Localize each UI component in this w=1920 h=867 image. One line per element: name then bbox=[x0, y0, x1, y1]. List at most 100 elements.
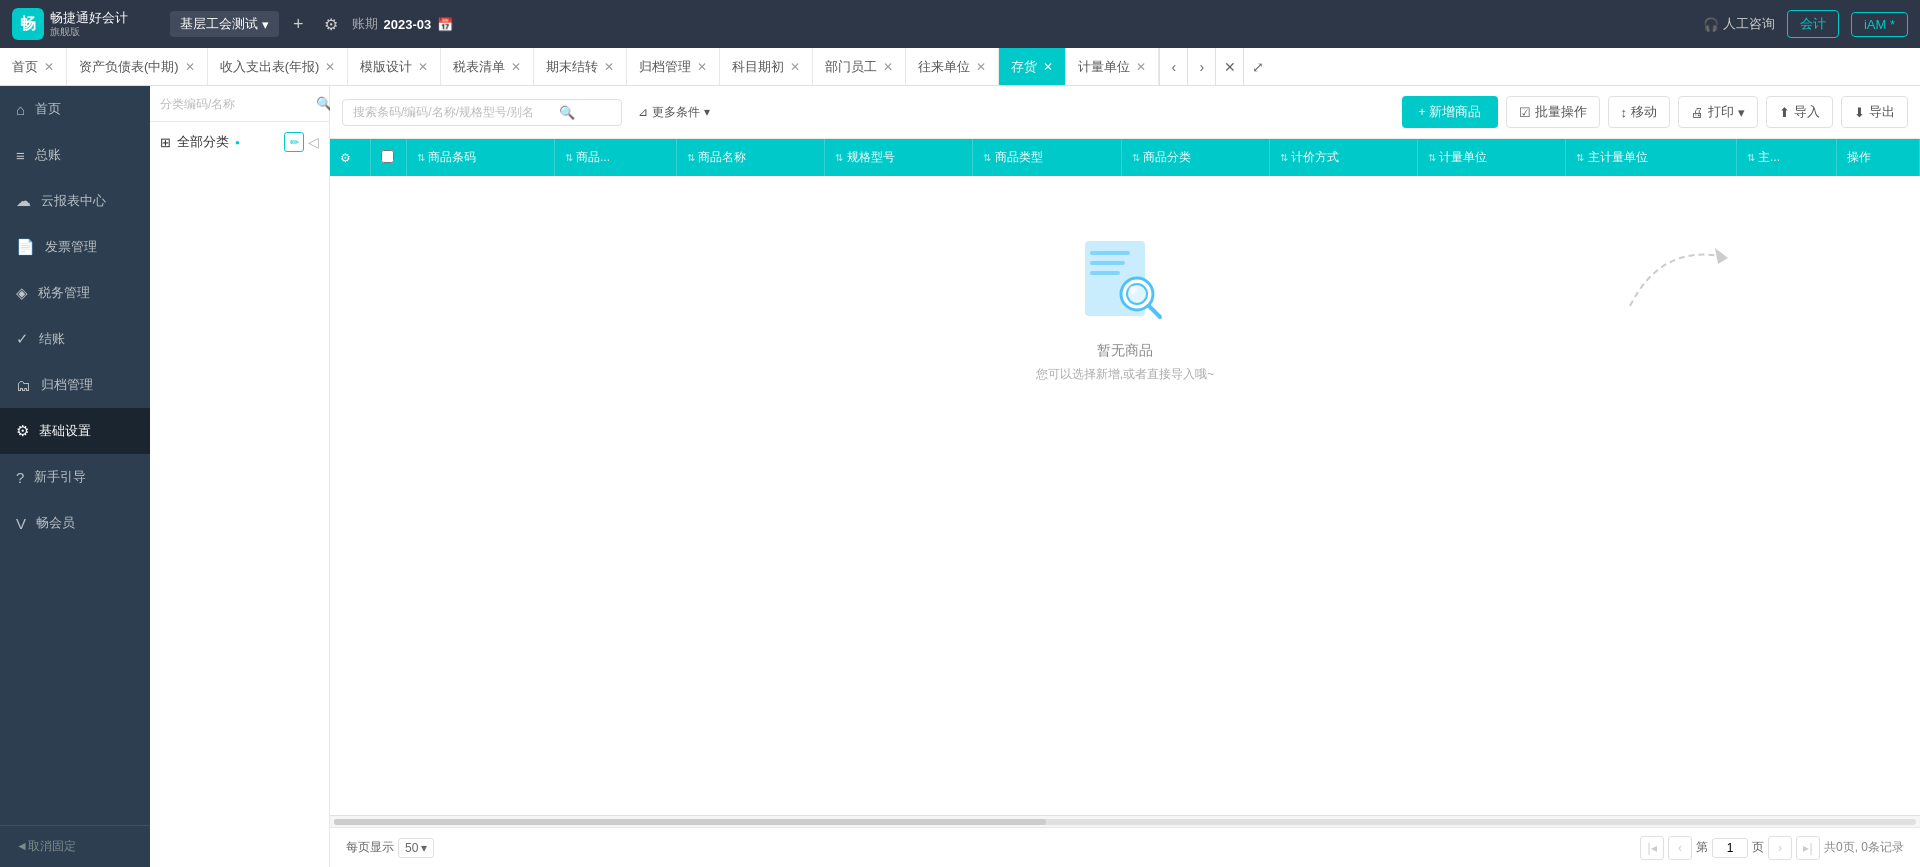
col-code[interactable]: ⇅ 商品... bbox=[554, 139, 676, 176]
horizontal-scrollbar[interactable] bbox=[330, 815, 1920, 827]
tab-template[interactable]: 模版设计 ✕ bbox=[348, 48, 441, 85]
tab-template-close[interactable]: ✕ bbox=[418, 60, 428, 74]
sidebar-item-ledger[interactable]: ≡ 总账 bbox=[0, 132, 150, 178]
tab-unit-close[interactable]: ✕ bbox=[1136, 60, 1146, 74]
move-button[interactable]: ↕ 移动 bbox=[1608, 96, 1671, 128]
home-icon: ⌂ bbox=[16, 101, 25, 118]
page-label: 第 bbox=[1696, 839, 1708, 856]
tab-tax[interactable]: 税表清单 ✕ bbox=[441, 48, 534, 85]
sidebar-reports-label: 云报表中心 bbox=[41, 192, 106, 210]
sidebar-archive-label: 归档管理 bbox=[41, 376, 93, 394]
col-price-mode[interactable]: ⇅ 计价方式 bbox=[1269, 139, 1417, 176]
tax-icon: ◈ bbox=[16, 284, 28, 302]
tab-contacts-close[interactable]: ✕ bbox=[976, 60, 986, 74]
tab-archive-label: 归档管理 bbox=[639, 58, 691, 76]
first-page-button[interactable]: |◂ bbox=[1640, 836, 1664, 860]
left-panel: 🔍 ⊞ 全部分类 ● ✏ ◁ bbox=[150, 86, 330, 867]
table-container: ⚙ ⇅ 商品条码 ⇅ 商品... ⇅ 商品名称 ⇅ 规格型号 ⇅ 商品类型 ⇅ … bbox=[330, 139, 1920, 815]
tab-dept-close[interactable]: ✕ bbox=[883, 60, 893, 74]
collapse-panel-button[interactable]: ◁ bbox=[308, 134, 319, 150]
tab-period-close[interactable]: 期末结转 ✕ bbox=[534, 48, 627, 85]
scrollbar-thumb[interactable] bbox=[334, 819, 1046, 825]
tab-expand-button[interactable]: ⤢ bbox=[1243, 48, 1271, 85]
select-all-checkbox[interactable] bbox=[381, 150, 394, 163]
col-name[interactable]: ⇅ 商品名称 bbox=[677, 139, 825, 176]
col-main-unit[interactable]: ⇅ 主计量单位 bbox=[1566, 139, 1736, 176]
cancel-pin-button[interactable]: ◄取消固定 bbox=[0, 825, 150, 867]
edit-category-button[interactable]: ✏ bbox=[284, 132, 304, 152]
print-button[interactable]: 🖨 打印 ▾ bbox=[1678, 96, 1758, 128]
sidebar-item-reports[interactable]: ☁ 云报表中心 bbox=[0, 178, 150, 224]
col-spec[interactable]: ⇅ 规格型号 bbox=[825, 139, 973, 176]
filter-icon: ⊿ bbox=[638, 105, 648, 119]
tab-next-button[interactable]: › bbox=[1187, 48, 1215, 85]
calendar-icon[interactable]: 📅 bbox=[437, 17, 453, 32]
tab-bar: 首页 ✕ 资产负债表(中期) ✕ 收入支出表(年报) ✕ 模版设计 ✕ 税表清单… bbox=[0, 48, 1920, 86]
header-settings-button[interactable]: ⚙ bbox=[318, 15, 344, 34]
category-header[interactable]: ⊞ 全部分类 ● ✏ ◁ bbox=[150, 122, 329, 162]
sidebar-item-archive[interactable]: 🗂 归档管理 bbox=[0, 362, 150, 408]
tab-balance-sheet[interactable]: 资产负债表(中期) ✕ bbox=[67, 48, 208, 85]
add-tab-button[interactable]: + bbox=[287, 14, 310, 35]
next-page-button[interactable]: › bbox=[1768, 836, 1792, 860]
toolbar-right: + 新增商品 ☑ 批量操作 ↕ 移动 🖨 打印 ▾ bbox=[1402, 96, 1908, 128]
page-size-value[interactable]: 50 ▾ bbox=[398, 838, 434, 858]
tab-income-close[interactable]: ✕ bbox=[325, 60, 335, 74]
import-button[interactable]: ⬆ 导入 bbox=[1766, 96, 1833, 128]
tab-unit[interactable]: 计量单位 ✕ bbox=[1066, 48, 1159, 85]
scrollbar-track bbox=[334, 819, 1916, 825]
export-button[interactable]: ⬇ 导出 bbox=[1841, 96, 1908, 128]
tab-inventory-close[interactable]: ✕ bbox=[1043, 60, 1053, 74]
col-type[interactable]: ⇅ 商品类型 bbox=[973, 139, 1121, 176]
headset-icon: 🎧 bbox=[1703, 17, 1719, 32]
product-search-icon[interactable]: 🔍 bbox=[559, 105, 575, 120]
category-search-input[interactable] bbox=[160, 97, 310, 111]
col-action: 操作 bbox=[1836, 139, 1919, 176]
tab-archive[interactable]: 归档管理 ✕ bbox=[627, 48, 720, 85]
tab-tax-close[interactable]: ✕ bbox=[511, 60, 521, 74]
empty-state-icon bbox=[1075, 236, 1175, 326]
batch-operation-button[interactable]: ☑ 批量操作 bbox=[1506, 96, 1600, 128]
tab-period-label: 期末结转 bbox=[546, 58, 598, 76]
tab-archive-close[interactable]: ✕ bbox=[697, 60, 707, 74]
col-main3[interactable]: ⇅ 主... bbox=[1736, 139, 1836, 176]
sidebar-item-home[interactable]: ⌂ 首页 bbox=[0, 86, 150, 132]
page-number-input[interactable] bbox=[1712, 838, 1748, 858]
sidebar-item-tax[interactable]: ◈ 税务管理 bbox=[0, 270, 150, 316]
tab-subject-close[interactable]: ✕ bbox=[790, 60, 800, 74]
company-selector[interactable]: 基层工会测试 ▾ bbox=[170, 11, 279, 37]
consult-button[interactable]: 🎧 人工咨询 bbox=[1703, 15, 1775, 33]
tab-dept[interactable]: 部门员工 ✕ bbox=[813, 48, 906, 85]
tab-period-close-btn[interactable]: ✕ bbox=[604, 60, 614, 74]
col-category[interactable]: ⇅ 商品分类 bbox=[1121, 139, 1269, 176]
sidebar-settings-label: 基础设置 bbox=[39, 422, 91, 440]
filter-button[interactable]: ⊿ 更多条件 ▾ bbox=[630, 100, 718, 125]
tab-subject[interactable]: 科目期初 ✕ bbox=[720, 48, 813, 85]
tab-home-close[interactable]: ✕ bbox=[44, 60, 54, 74]
tab-balance-close[interactable]: ✕ bbox=[185, 60, 195, 74]
col-barcode[interactable]: ⇅ 商品条码 bbox=[406, 139, 554, 176]
sidebar-item-invoice[interactable]: 📄 发票管理 bbox=[0, 224, 150, 270]
svg-point-6 bbox=[1127, 284, 1147, 304]
tab-home[interactable]: 首页 ✕ bbox=[0, 48, 67, 85]
sidebar-item-member[interactable]: V 畅会员 bbox=[0, 500, 150, 546]
tab-inventory[interactable]: 存货 ✕ bbox=[999, 48, 1066, 85]
sidebar-item-settle[interactable]: ✓ 结账 bbox=[0, 316, 150, 362]
invoice-icon: 📄 bbox=[16, 238, 35, 256]
add-product-button[interactable]: + 新增商品 bbox=[1402, 96, 1497, 128]
col-settings[interactable]: ⚙ bbox=[330, 139, 370, 176]
iam-button[interactable]: iAM * bbox=[1851, 12, 1908, 37]
tab-contacts[interactable]: 往来单位 ✕ bbox=[906, 48, 999, 85]
last-page-button[interactable]: ▸| bbox=[1796, 836, 1820, 860]
sidebar-item-settings[interactable]: ⚙ 基础设置 bbox=[0, 408, 150, 454]
sidebar-settle-label: 结账 bbox=[39, 330, 65, 348]
tab-close-all-button[interactable]: ✕ bbox=[1215, 48, 1243, 85]
prev-page-button[interactable]: ‹ bbox=[1668, 836, 1692, 860]
tab-prev-button[interactable]: ‹ bbox=[1159, 48, 1187, 85]
col-checkbox[interactable] bbox=[370, 139, 406, 176]
tab-income[interactable]: 收入支出表(年报) ✕ bbox=[208, 48, 349, 85]
product-search-input[interactable] bbox=[353, 105, 553, 119]
sidebar-item-guide[interactable]: ? 新手引导 bbox=[0, 454, 150, 500]
col-unit[interactable]: ⇅ 计量单位 bbox=[1418, 139, 1566, 176]
account-button[interactable]: 会计 bbox=[1787, 10, 1839, 38]
